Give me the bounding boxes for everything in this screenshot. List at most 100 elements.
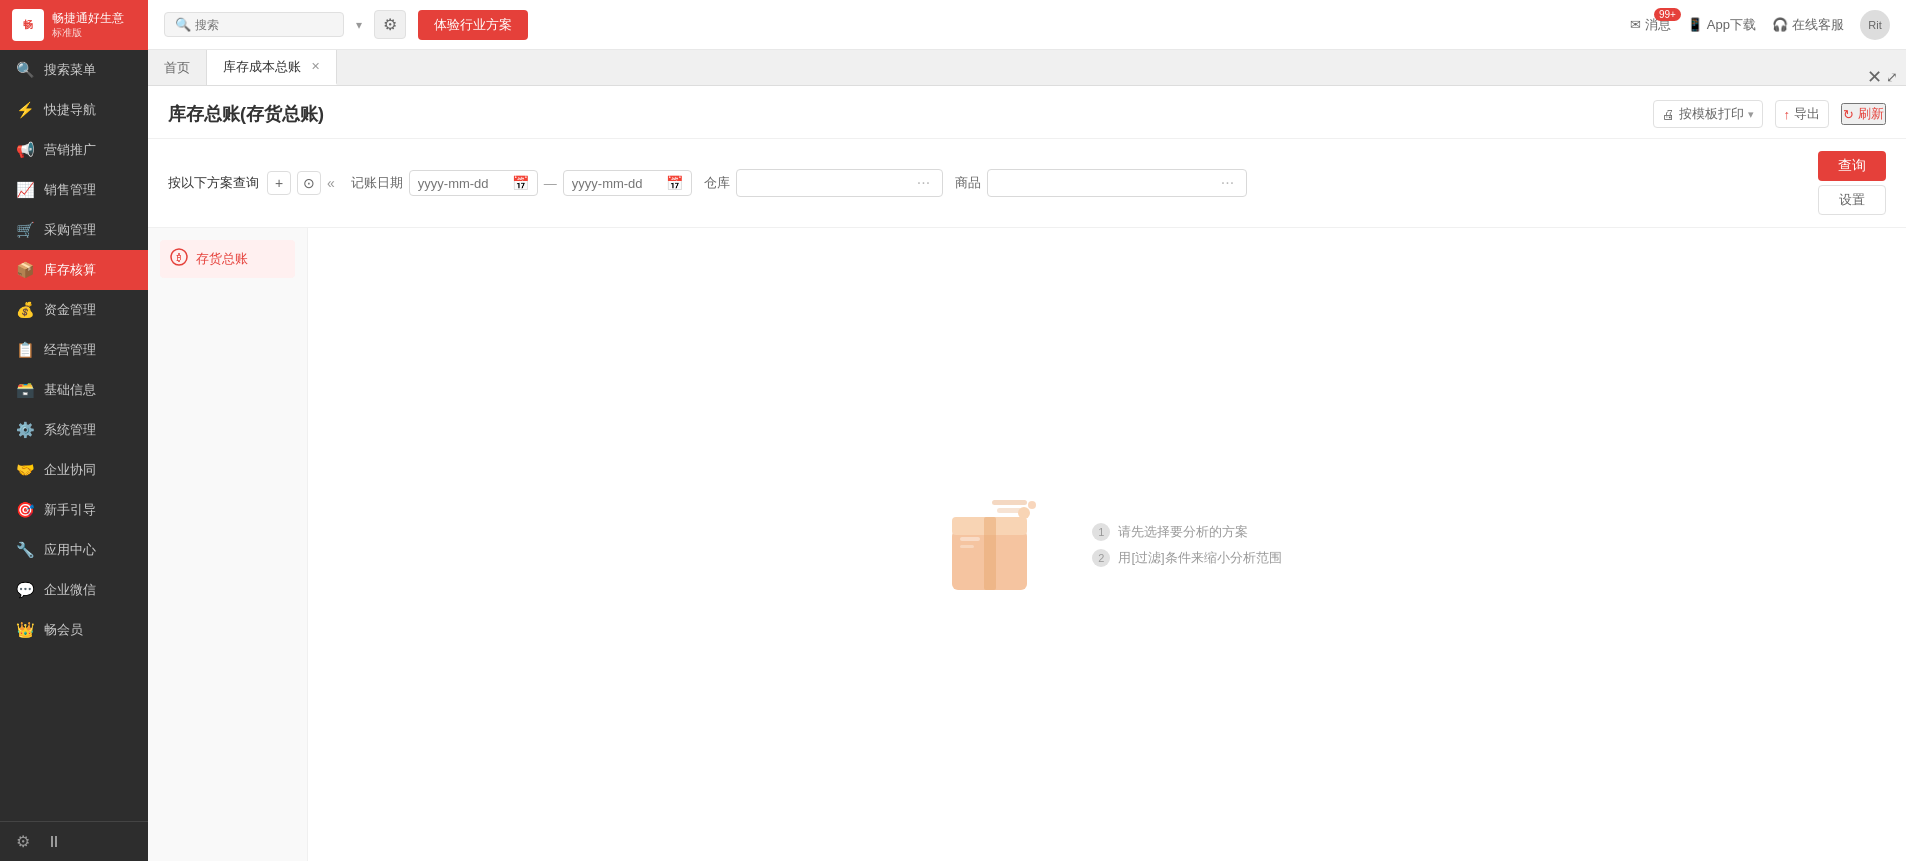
warehouse-filter-field: 仓库 ··· (704, 169, 943, 197)
empty-tip-2: 2 用[过滤]条件来缩小分析范围 (1092, 549, 1281, 567)
sidebar-item-inventory[interactable]: 📦 库存核算 (0, 250, 148, 290)
sidebar-item-purchase[interactable]: 🛒 采购管理 (0, 210, 148, 250)
filter-actions: + ⊙ « (267, 171, 335, 195)
scheme-selector: ₿ 存货总账 (148, 228, 308, 861)
export-btn[interactable]: ↑ 导出 (1775, 100, 1830, 128)
refresh-icon: ↻ (1843, 107, 1854, 122)
sidebar-item-basic[interactable]: 🗃️ 基础信息 (0, 370, 148, 410)
svg-text:₿: ₿ (176, 252, 182, 263)
filter-label: 按以下方案查询 (168, 174, 259, 192)
search-input[interactable] (195, 18, 315, 32)
sidebar-scroll: 🔍 搜索菜单 ⚡ 快捷导航 📢 营销推广 📈 销售管理 🛒 采购管理 📦 库存核… (0, 50, 148, 821)
svg-rect-7 (960, 537, 980, 541)
sidebar-item-marketing[interactable]: 📢 营销推广 (0, 130, 148, 170)
product-input[interactable]: ··· (987, 169, 1247, 197)
message-badge: 99+ (1654, 8, 1681, 21)
inventory-icon: 📦 (16, 261, 34, 279)
add-filter-btn[interactable]: + (267, 171, 291, 195)
tabs-bar: 首页 库存成本总账 ✕ (148, 50, 1906, 86)
date-separator: — (544, 176, 557, 191)
sidebar-item-finance[interactable]: 💰 资金管理 (0, 290, 148, 330)
tab-inventory-cost[interactable]: 库存成本总账 ✕ (207, 50, 337, 85)
headset-icon: 🎧 (1772, 17, 1788, 32)
filter-settings-btn-2[interactable]: 设置 (1818, 185, 1886, 215)
warehouse-input[interactable]: ··· (736, 169, 943, 197)
sidebar-item-system[interactable]: ⚙️ 系统管理 (0, 410, 148, 450)
message-icon: ✉ (1630, 17, 1641, 32)
wechat-icon: 💬 (16, 581, 34, 599)
empty-content: 1 请先选择要分析的方案 2 用[过滤]条件来缩小分析范围 (932, 495, 1281, 595)
industry-btn[interactable]: 体验行业方案 (418, 10, 528, 40)
app-download-btn[interactable]: 📱 App下载 (1687, 16, 1756, 34)
date-start-input[interactable]: 📅 (409, 170, 538, 196)
collapse-icon[interactable]: ⏸ (46, 833, 62, 851)
search-chevron-icon[interactable]: ▾ (356, 18, 362, 32)
warehouse-more-icon[interactable]: ··· (913, 174, 934, 192)
topbar: 🔍 ▾ ⚙ 体验行业方案 ✉ 消息 99+ 📱 App下载 🎧 在线客服 Rit (148, 0, 1906, 50)
svg-point-9 (1018, 507, 1030, 519)
main-area: 🔍 ▾ ⚙ 体验行业方案 ✉ 消息 99+ 📱 App下载 🎧 在线客服 Rit (148, 0, 1906, 861)
sidebar-bottom: ⚙ ⏸ (0, 821, 148, 861)
svg-rect-8 (960, 545, 974, 548)
basic-icon: 🗃️ (16, 381, 34, 399)
system-icon: ⚙️ (16, 421, 34, 439)
sidebar-item-operations[interactable]: 📋 经营管理 (0, 330, 148, 370)
sidebar-item-search[interactable]: 🔍 搜索菜单 (0, 50, 148, 90)
filter-row: 记账日期 📅 — 📅 仓库 ··· (351, 169, 1802, 197)
warehouse-field[interactable] (745, 176, 913, 191)
sidebar-item-member[interactable]: 👑 畅会员 (0, 610, 148, 650)
tab-close-icon[interactable]: ✕ (311, 60, 320, 73)
svg-point-10 (1028, 501, 1036, 509)
close-panel-icon[interactable]: ✕ (1867, 66, 1882, 88)
print-btn[interactable]: 🖨 按模板打印 ▾ (1653, 100, 1763, 128)
tip-number-2: 2 (1092, 549, 1110, 567)
filter-settings-btn[interactable]: ⊙ (297, 171, 321, 195)
sidebar-item-guide[interactable]: 🎯 新手引导 (0, 490, 148, 530)
expand-panel-icon[interactable]: ⤢ (1886, 69, 1898, 85)
date-end-field[interactable] (572, 176, 662, 191)
product-field[interactable] (996, 176, 1217, 191)
query-btn[interactable]: 查询 (1818, 151, 1886, 181)
search-box[interactable]: 🔍 (164, 12, 344, 37)
date-label: 记账日期 (351, 174, 403, 192)
message-btn[interactable]: ✉ 消息 99+ (1630, 16, 1671, 34)
online-service-btn[interactable]: 🎧 在线客服 (1772, 16, 1844, 34)
sidebar-item-wechat[interactable]: 💬 企业微信 (0, 570, 148, 610)
sidebar-item-sales[interactable]: 📈 销售管理 (0, 170, 148, 210)
filter-buttons: 查询 设置 (1818, 151, 1886, 215)
sidebar-item-app-center[interactable]: 🔧 应用中心 (0, 530, 148, 570)
print-chevron-icon: ▾ (1748, 108, 1754, 121)
member-icon: 👑 (16, 621, 34, 639)
refresh-btn[interactable]: ↻ 刷新 (1841, 103, 1886, 125)
topbar-right: ✉ 消息 99+ 📱 App下载 🎧 在线客服 Rit (1630, 10, 1890, 40)
filter-collapse-icon[interactable]: « (327, 175, 335, 191)
app-center-icon: 🔧 (16, 541, 34, 559)
sidebar-item-quick-nav[interactable]: ⚡ 快捷导航 (0, 90, 148, 130)
settings-icon[interactable]: ⚙ (16, 832, 30, 851)
panel-close-area: ✕ ⤢ (1859, 62, 1906, 92)
date-start-field[interactable] (418, 176, 508, 191)
tab-home[interactable]: 首页 (148, 50, 207, 85)
sidebar-item-cooperation[interactable]: 🤝 企业协同 (0, 450, 148, 490)
gear-icon[interactable]: ⚙ (374, 10, 406, 39)
empty-state: 1 请先选择要分析的方案 2 用[过滤]条件来缩小分析范围 (308, 228, 1906, 861)
product-more-icon[interactable]: ··· (1217, 174, 1238, 192)
user-avatar[interactable]: Rit (1860, 10, 1890, 40)
product-label: 商品 (955, 174, 981, 192)
date-end-input[interactable]: 📅 (563, 170, 692, 196)
empty-tip-1: 1 请先选择要分析的方案 (1092, 523, 1281, 541)
marketing-icon: 📢 (16, 141, 34, 159)
calendar-start-icon[interactable]: 📅 (512, 175, 529, 191)
filter-label-row: 按以下方案查询 + ⊙ « (168, 171, 335, 195)
calendar-end-icon[interactable]: 📅 (666, 175, 683, 191)
search-icon: 🔍 (16, 61, 34, 79)
svg-rect-6 (984, 517, 996, 590)
warehouse-label: 仓库 (704, 174, 730, 192)
page-actions: 🖨 按模板打印 ▾ ↑ 导出 ↻ 刷新 (1653, 100, 1887, 128)
sidebar: 畅 畅捷通好生意 标准版 🔍 搜索菜单 ⚡ 快捷导航 📢 营销推广 📈 销售管理… (0, 0, 148, 861)
date-filter-field: 记账日期 📅 — 📅 (351, 170, 692, 196)
scheme-item-inventory-total[interactable]: ₿ 存货总账 (160, 240, 295, 278)
page-title: 库存总账(存货总账) (168, 102, 324, 126)
sales-icon: 📈 (16, 181, 34, 199)
empty-illustration (932, 495, 1052, 595)
